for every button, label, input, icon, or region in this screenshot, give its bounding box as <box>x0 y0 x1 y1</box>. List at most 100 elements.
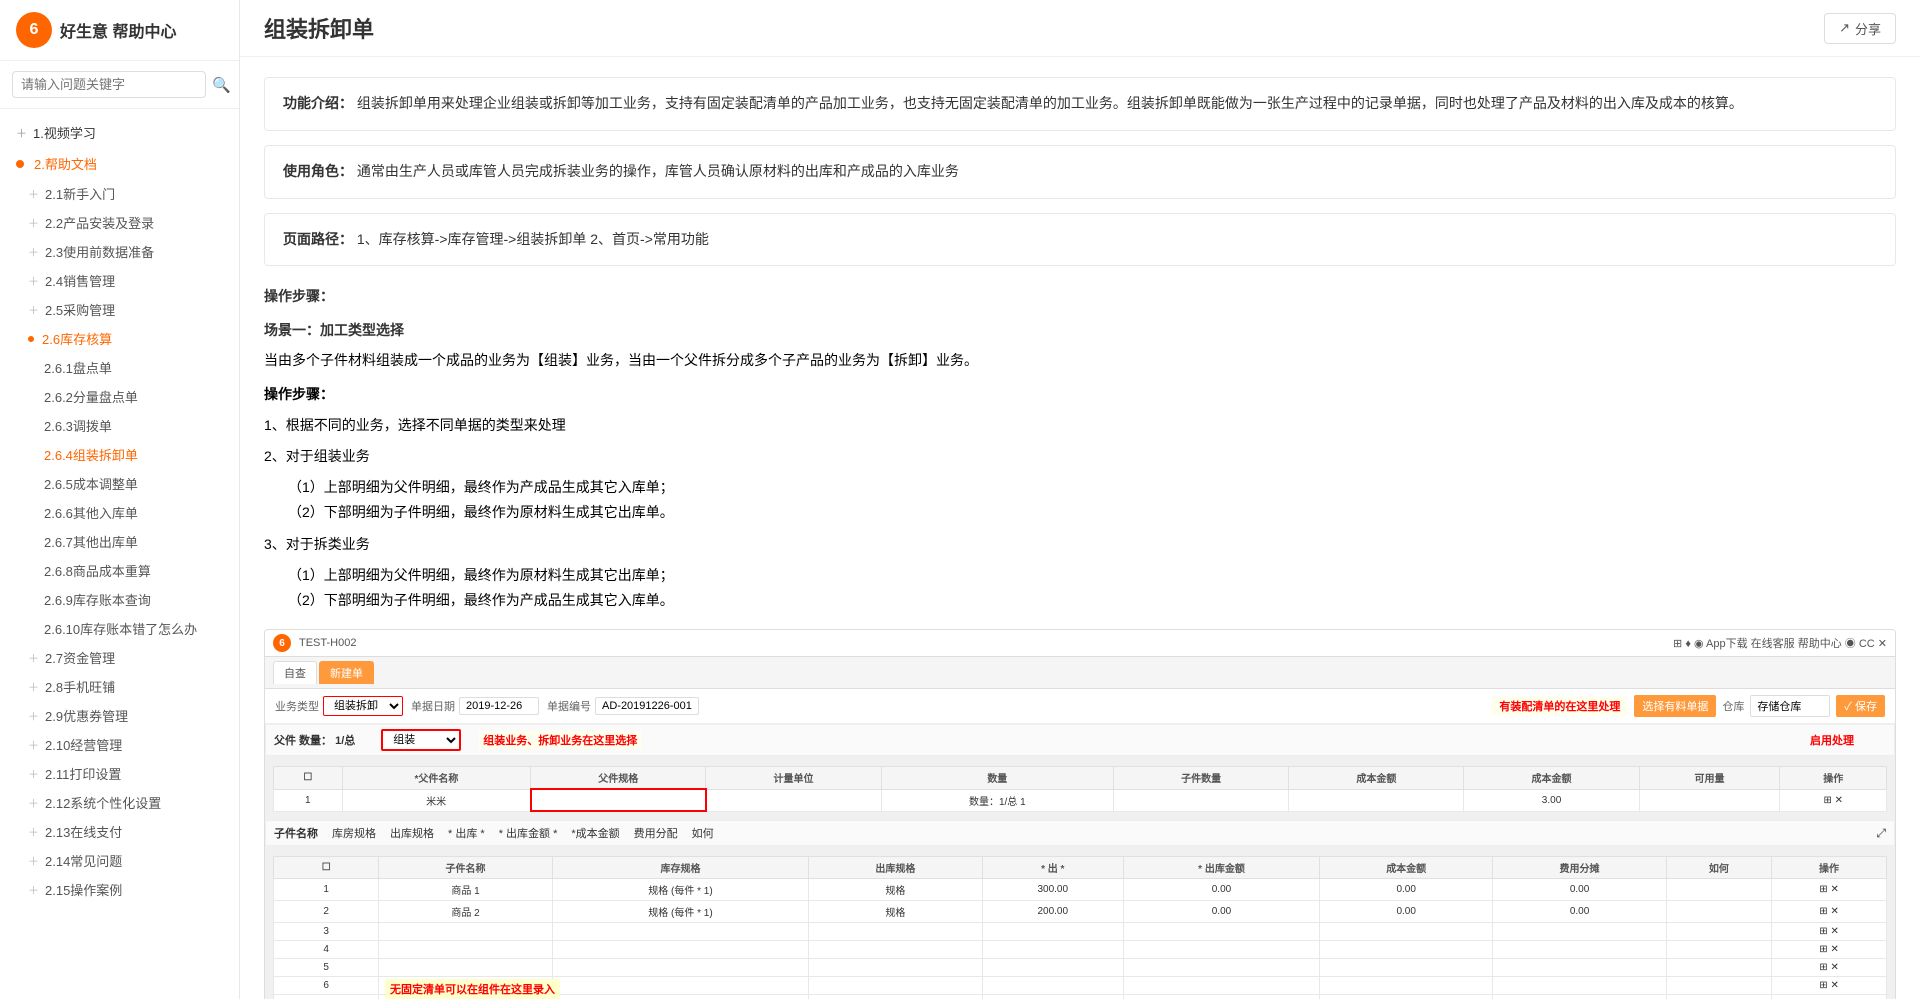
mock-toolbar: 业务类型 组装拆卸 单据日期 2019-12-26 单据编号 <box>265 689 1895 724</box>
sidebar-section-2[interactable]: 2.帮助文档 <box>0 148 239 179</box>
sidebar-item-2-13[interactable]: ＋ 2.13在线支付 <box>28 817 239 846</box>
sidebar: 6 好生意 帮助中心 🔍 ＋ 1.视频学习 2.帮助文档 ＋ 2.1新手入门 ＋… <box>0 0 240 999</box>
mock-col-checkbox: ☐ <box>274 767 343 790</box>
screenshot-image: 6 TEST-H002 ⊞ ♦ ◉ App下载 在线客服 帮助中心 ◉ CC ✕… <box>265 630 1895 999</box>
sidebar-item-2-6-9[interactable]: 2.6.9库存账本查询 <box>44 585 239 614</box>
role-block: 使用角色： 通常由生产人员或库管人员完成拆装业务的操作，库管人员确认原材料的出库… <box>264 145 1896 199</box>
sidebar-item-2-11[interactable]: ＋ 2.11打印设置 <box>28 759 239 788</box>
intro-label: 功能介绍： <box>283 95 353 111</box>
sidebar-item-2-6-1[interactable]: 2.6.1盘点单 <box>44 353 239 382</box>
mock-row-3: 3⊞ ✕ <box>274 923 1887 941</box>
app-title: 好生意 帮助中心 <box>60 18 176 42</box>
mock-type-select[interactable]: 组装拆卸 <box>323 696 403 716</box>
mock-org-select[interactable]: 组装 <box>381 729 461 751</box>
step1: 1、根据不同的业务，选择不同单据的类型来处理 <box>264 413 1896 438</box>
mock-row-2: 2 商品 2 规格 (每件 * 1) 规格 200.00 0.00 0.00 0… <box>274 901 1887 923</box>
mock-app-name: TEST-H002 <box>299 637 356 649</box>
scene1-desc: 当由多个子件材料组装成一个成品的业务为【组装】业务，当由一个父件拆分成多个子产品… <box>264 348 1896 373</box>
mock-cell-highlight <box>531 789 706 811</box>
sidebar-item-2-3[interactable]: ＋ 2.3使用前数据准备 <box>28 237 239 266</box>
mock-field-billno: 单据编号 AD-20191226-001 <box>547 697 699 715</box>
sidebar-item-2-1[interactable]: ＋ 2.1新手入门 <box>28 179 239 208</box>
mock-tabs: 自查 新建单 <box>265 657 1895 689</box>
sidebar-item-2-8[interactable]: ＋ 2.8手机旺铺 <box>28 672 239 701</box>
mock-top-icons: ⊞ ♦ ◉ App下载 在线客服 帮助中心 ◉ CC ✕ <box>1673 635 1887 651</box>
mock-col-qty: 数量 <box>881 767 1114 790</box>
mock-col-unit: 计量单位 <box>706 767 881 790</box>
step3: 3、对于拆类业务 <box>264 532 1896 557</box>
sidebar-item-2-5[interactable]: ＋ 2.5采购管理 <box>28 295 239 324</box>
sidebar-item-2-6-5[interactable]: 2.6.5成本调整单 <box>44 469 239 498</box>
mock-upper-table: ☐ *父件名称 父件规格 计量单位 数量 子件数量 成本金额 成本金额 可用量 <box>273 766 1887 812</box>
step3-1: （1）上部明细为父件明细，最终作为原材料生成其它出库单； <box>288 563 1896 588</box>
nav-tree: ＋ 1.视频学习 2.帮助文档 ＋ 2.1新手入门 ＋ 2.2产品安装及登录 ＋… <box>0 109 239 999</box>
mock-field-date: 单据日期 2019-12-26 <box>411 697 539 715</box>
mock-date-value: 2019-12-26 <box>459 697 539 715</box>
sidebar-header: 6 好生意 帮助中心 <box>0 0 239 61</box>
ops-label: 操作步骤： <box>264 286 1896 306</box>
path-label: 页面路径： <box>283 231 353 247</box>
sidebar-item-2-12[interactable]: ＋ 2.12系统个性化设置 <box>28 788 239 817</box>
sidebar-section-label: 1.视频学习 <box>33 123 96 142</box>
share-button[interactable]: ↗ 分享 <box>1824 13 1896 44</box>
mock-annotation-3: 组装业务、拆卸业务在这里选择 <box>479 731 641 749</box>
sidebar-item-2-6-4[interactable]: 2.6.4组装拆卸单 <box>44 440 239 469</box>
search-icon[interactable]: 🔍 <box>212 76 231 94</box>
scene1-label: 场景一：加工类型选择 <box>264 320 1896 340</box>
logo-icon: 6 <box>16 12 52 48</box>
sidebar-item-2-4[interactable]: ＋ 2.4销售管理 <box>28 266 239 295</box>
mock-col-amount: 成本金额 <box>1289 767 1464 790</box>
ops-section: 操作步骤： 场景一：加工类型选择 当由多个子件材料组装成一个成品的业务为【组装】… <box>264 280 1896 999</box>
sidebar-item-2-7[interactable]: ＋ 2.7资金管理 <box>28 643 239 672</box>
mock-annotation-1: 有装配清单的在这里处理 <box>1491 696 1628 716</box>
mock-select-btn[interactable]: 选择有料单据 <box>1634 695 1716 717</box>
sidebar-item-2-6[interactable]: 2.6库存核算 <box>28 324 239 353</box>
step3-2: （2）下部明细为子件明细，最终作为产成品生成其它入库单。 <box>288 588 1896 613</box>
sidebar-section-1[interactable]: ＋ 1.视频学习 <box>0 117 239 148</box>
mock-col-price: 子件数量 <box>1114 767 1289 790</box>
mock-row-5: 5⊞ ✕ <box>274 959 1887 977</box>
mock-expand-icon: ⤢ <box>1876 826 1886 841</box>
mock-org-type: 组装 <box>381 729 461 751</box>
sidebar-section-label: 2.帮助文档 <box>34 154 97 173</box>
intro-text: 组装拆卸单用来处理企业组装或拆卸等加工业务，支持有固定装配清单的产品加工业务，也… <box>357 95 1743 111</box>
search-input[interactable] <box>12 71 206 98</box>
mock-save-btn[interactable]: ✓ 保存 <box>1836 695 1885 717</box>
mock-warehouse: 存储仓库 <box>1750 695 1830 717</box>
page-title: 组装拆卸单 <box>264 12 374 44</box>
sidebar-sub-2: ＋ 2.1新手入门 ＋ 2.2产品安装及登录 ＋ 2.3使用前数据准备 ＋ 2.… <box>0 179 239 904</box>
mock-right-actions: 有装配清单的在这里处理 选择有料单据 仓库 存储仓库 ✓ 保存 <box>1491 695 1885 717</box>
mock-col-name: *父件名称 <box>342 767 531 790</box>
search-box: 🔍 <box>0 61 239 109</box>
main-content: 组装拆卸单 ↗ 分享 功能介绍： 组装拆卸单用来处理企业组装或拆卸等加工业务，支… <box>240 0 1920 999</box>
path-block: 页面路径： 1、库存核算->库存管理->组装拆卸单 2、首页->常用功能 <box>264 213 1896 267</box>
sidebar-item-2-10[interactable]: ＋ 2.10经营管理 <box>28 730 239 759</box>
sidebar-item-2-15[interactable]: ＋ 2.15操作案例 <box>28 875 239 904</box>
mock-field-type: 业务类型 组装拆卸 <box>275 696 403 716</box>
sidebar-item-2-6-6[interactable]: 2.6.6其他入库单 <box>44 498 239 527</box>
sidebar-item-2-2[interactable]: ＋ 2.2产品安装及登录 <box>28 208 239 237</box>
sidebar-item-2-6-3[interactable]: 2.6.3调拨单 <box>44 411 239 440</box>
step2: 2、对于组装业务 <box>264 444 1896 469</box>
sidebar-item-2-6-2[interactable]: 2.6.2分量盘点单 <box>44 382 239 411</box>
step2-1: （1）上部明细为父件明细，最终作为产成品生成其它入库单； <box>288 475 1896 500</box>
sidebar-item-2-6-8[interactable]: 2.6.8商品成本重算 <box>44 556 239 585</box>
sidebar-item-2-14[interactable]: ＋ 2.14常见问题 <box>28 846 239 875</box>
mock-col-cost: 成本金额 <box>1464 767 1639 790</box>
sidebar-item-2-6-7[interactable]: 2.6.7其他出库单 <box>44 527 239 556</box>
mock-tab-2: 新建单 <box>319 661 374 684</box>
mock-col-spec: 父件规格 <box>531 767 706 790</box>
mock-col-avail: 可用量 <box>1639 767 1780 790</box>
content-area: 功能介绍： 组装拆卸单用来处理企业组装或拆卸等加工业务，支持有固定装配清单的产品… <box>240 57 1920 999</box>
expand-icon: ＋ <box>16 125 27 141</box>
step2-2: （2）下部明细为子件明细，最终作为原材料生成其它出库单。 <box>288 500 1896 525</box>
role-text: 通常由生产人员或库管人员完成拆装业务的操作，库管人员确认原材料的出库和产成品的入… <box>357 163 959 179</box>
active-dot <box>16 160 24 168</box>
mock-lower-table-wrap: ☐ 子件名称 库存规格 出库规格 * 出 * * 出库金额 成本金额 费用分摊 <box>265 852 1895 999</box>
sidebar-item-2-6-10[interactable]: 2.6.10库存账本错了怎么办 <box>44 614 239 643</box>
screenshot-container: 6 TEST-H002 ⊞ ♦ ◉ App下载 在线客服 帮助中心 ◉ CC ✕… <box>264 629 1896 999</box>
scene1-ops: 操作步骤： <box>264 382 1896 407</box>
mock-upper-table-wrap: ☐ *父件名称 父件规格 计量单位 数量 子件数量 成本金额 成本金额 可用量 <box>265 762 1895 816</box>
sidebar-item-2-9[interactable]: ＋ 2.9优惠券管理 <box>28 701 239 730</box>
path-text: 1、库存核算->库存管理->组装拆卸单 2、首页->常用功能 <box>357 231 709 247</box>
